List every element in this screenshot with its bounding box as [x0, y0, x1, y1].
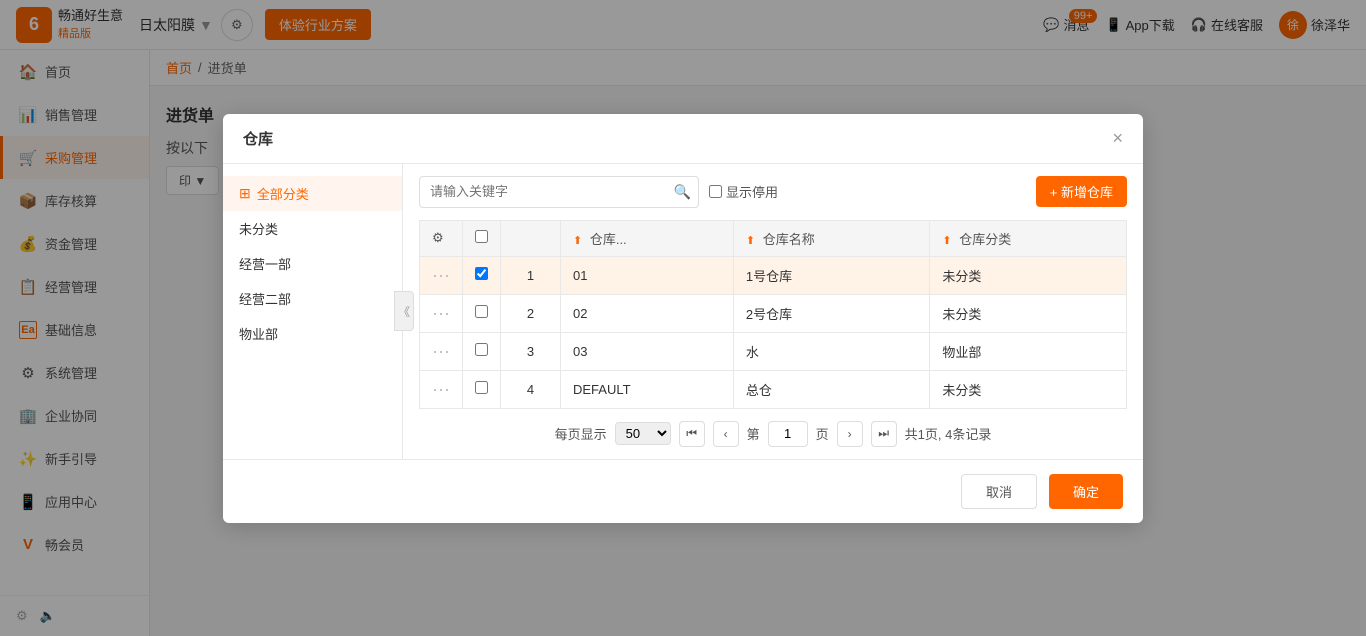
th-index: [500, 220, 560, 256]
row-index: 3: [500, 332, 560, 370]
last-page-button[interactable]: ⏭: [871, 421, 897, 447]
select-all-checkbox[interactable]: [475, 230, 488, 243]
row-category: 未分类: [930, 294, 1127, 332]
row-code: DEFAULT: [560, 370, 733, 408]
modal-body: ⊞ 全部分类 未分类 经营一部 经营二部 物业部 《: [223, 164, 1143, 459]
row-index: 4: [500, 370, 560, 408]
tree-item-uncategorized[interactable]: 未分类: [223, 211, 402, 246]
cancel-button[interactable]: 取消: [961, 474, 1037, 509]
row-code: 02: [560, 294, 733, 332]
search-input-wrap: 🔍: [419, 176, 699, 208]
row-check[interactable]: [462, 256, 500, 294]
prev-page-button[interactable]: ‹: [713, 421, 739, 447]
row-dots[interactable]: ···: [420, 332, 463, 370]
row-dots[interactable]: ···: [420, 294, 463, 332]
next-page-button[interactable]: ›: [837, 421, 863, 447]
row-check[interactable]: [462, 370, 500, 408]
tree-panel: ⊞ 全部分类 未分类 经营一部 经营二部 物业部 《: [223, 164, 403, 459]
per-page-select[interactable]: 50 10 20 100: [615, 422, 671, 445]
th-gear[interactable]: ⚙: [420, 220, 463, 256]
modal-close-button[interactable]: ×: [1112, 129, 1123, 147]
modal-title: 仓库: [243, 128, 273, 149]
tree-item-ops1[interactable]: 经营一部: [223, 246, 402, 281]
first-page-button[interactable]: ⏮: [679, 421, 705, 447]
search-icon[interactable]: 🔍: [674, 183, 691, 200]
table-body: ··· 1 01 1号仓库 未分类 ··· 2 02 2号仓库 未分类 ··· …: [420, 256, 1127, 408]
show-disabled-checkbox[interactable]: [709, 185, 722, 198]
row-category: 未分类: [930, 256, 1127, 294]
table-toolbar: 🔍 显示停用 + 新增仓库: [419, 176, 1127, 208]
row-dots[interactable]: ···: [420, 256, 463, 294]
row-category: 物业部: [930, 332, 1127, 370]
th-check[interactable]: [462, 220, 500, 256]
modal-header: 仓库 ×: [223, 114, 1143, 164]
page-number-input[interactable]: [768, 421, 808, 447]
table-row[interactable]: ··· 4 DEFAULT 总仓 未分类: [420, 370, 1127, 408]
row-check[interactable]: [462, 332, 500, 370]
sort-category-icon: ⬆: [942, 235, 951, 247]
row-category: 未分类: [930, 370, 1127, 408]
tree-item-uncategorized-label: 未分类: [239, 219, 278, 238]
confirm-button[interactable]: 确定: [1049, 474, 1123, 509]
page-unit: 页: [816, 424, 829, 443]
show-disabled-toggle[interactable]: 显示停用: [709, 182, 778, 201]
row-index: 2: [500, 294, 560, 332]
tree-item-all-label: 全部分类: [257, 184, 309, 203]
row-dots[interactable]: ···: [420, 370, 463, 408]
tree-collapse-button[interactable]: 《: [394, 291, 414, 331]
table-row[interactable]: ··· 1 01 1号仓库 未分类: [420, 256, 1127, 294]
tree-item-ops2-label: 经营二部: [239, 289, 291, 308]
table-row[interactable]: ··· 3 03 水 物业部: [420, 332, 1127, 370]
modal-overlay: 仓库 × ⊞ 全部分类 未分类 经营一部 经营二部: [0, 0, 1366, 636]
row-name: 总仓: [733, 370, 930, 408]
row-check[interactable]: [462, 294, 500, 332]
row-name: 2号仓库: [733, 294, 930, 332]
pagination: 每页显示 50 10 20 100 ⏮ ‹ 第 页 › ⏭ 共1页, 4条记录: [419, 421, 1127, 447]
th-code[interactable]: ⬆ 仓库...: [560, 220, 733, 256]
tree-item-ops1-label: 经营一部: [239, 254, 291, 273]
th-category[interactable]: ⬆ 仓库分类: [930, 220, 1127, 256]
page-label: 第: [747, 424, 760, 443]
modal-footer: 取消 确定: [223, 459, 1143, 523]
row-name: 水: [733, 332, 930, 370]
tree-item-ops2[interactable]: 经营二部: [223, 281, 402, 316]
add-warehouse-button[interactable]: + 新增仓库: [1036, 176, 1127, 207]
warehouse-modal: 仓库 × ⊞ 全部分类 未分类 经营一部 经营二部: [223, 114, 1143, 523]
row-code: 01: [560, 256, 733, 294]
tree-item-property-label: 物业部: [239, 324, 278, 343]
th-name[interactable]: ⬆ 仓库名称: [733, 220, 930, 256]
table-header-row: ⚙ ⬆ 仓库... ⬆ 仓库名称: [420, 220, 1127, 256]
row-code: 03: [560, 332, 733, 370]
row-name: 1号仓库: [733, 256, 930, 294]
warehouse-table: ⚙ ⬆ 仓库... ⬆ 仓库名称: [419, 220, 1127, 409]
pagination-summary: 共1页, 4条记录: [905, 424, 992, 443]
search-input[interactable]: [419, 176, 699, 208]
per-page-label: 每页显示: [555, 424, 607, 443]
grid-icon: ⊞: [239, 185, 251, 202]
row-index: 1: [500, 256, 560, 294]
tree-item-all[interactable]: ⊞ 全部分类: [223, 176, 402, 211]
sort-name-icon: ⬆: [746, 235, 755, 247]
sort-code-icon: ⬆: [573, 235, 582, 247]
tree-item-property[interactable]: 物业部: [223, 316, 402, 351]
table-panel: 🔍 显示停用 + 新增仓库 ⚙: [403, 164, 1143, 459]
table-row[interactable]: ··· 2 02 2号仓库 未分类: [420, 294, 1127, 332]
